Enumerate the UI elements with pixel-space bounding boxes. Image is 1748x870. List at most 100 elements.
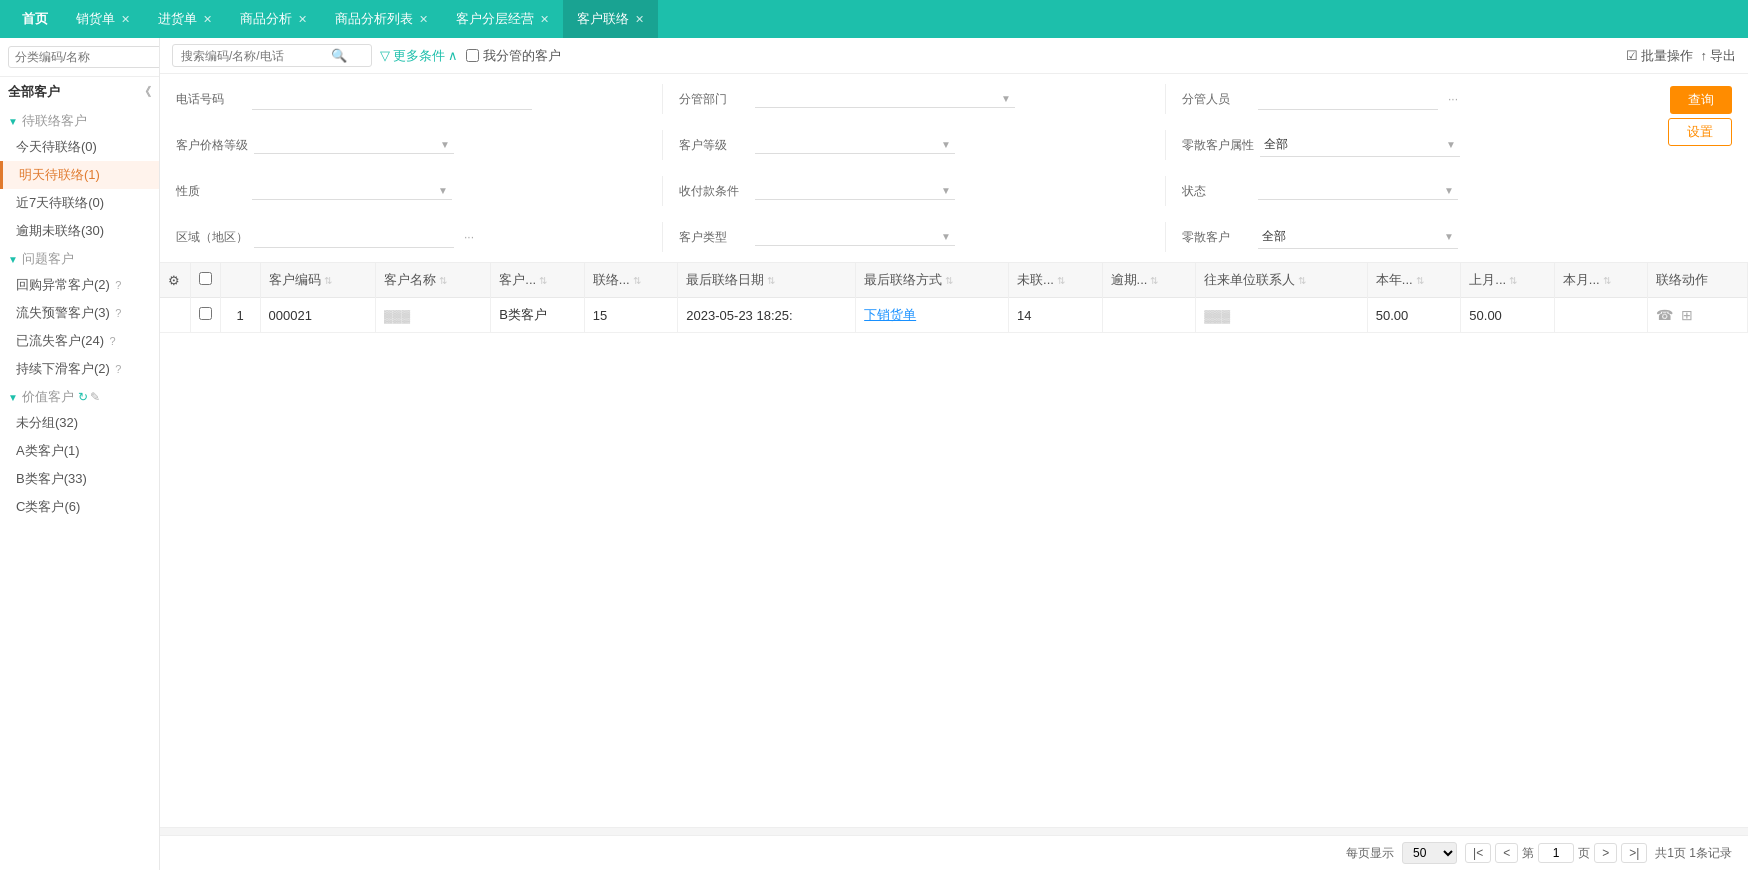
th-last-method[interactable]: 最后联络方式⇅: [856, 263, 1009, 298]
sort-overdue-icon: ⇅: [1150, 275, 1158, 286]
toolbar-search-input[interactable]: [181, 49, 331, 63]
th-contact[interactable]: 联络...⇅: [584, 263, 678, 298]
nav-customer-contact[interactable]: 客户联络 ✕: [563, 0, 658, 38]
sidebar-item-today[interactable]: 今天待联络(0): [0, 133, 159, 161]
action-grid-icon[interactable]: ⊞: [1681, 307, 1693, 323]
my-customers-checkbox[interactable]: [466, 49, 479, 62]
th-name[interactable]: 客户名称⇅: [375, 263, 490, 298]
th-overdue[interactable]: 逾期...⇅: [1102, 263, 1196, 298]
batch-ops-btn[interactable]: ☑ 批量操作: [1626, 47, 1693, 65]
bottom-scrollbar[interactable]: [160, 827, 1748, 835]
filter-gender-select[interactable]: ▼: [252, 182, 452, 200]
filter-level-select[interactable]: ▼: [755, 136, 955, 154]
filter-dept-select[interactable]: ▼: [755, 90, 1015, 108]
th-this-year[interactable]: 本年...⇅: [1367, 263, 1461, 298]
filter-customer-type-arrow-icon: ▼: [941, 231, 951, 242]
export-btn[interactable]: ↑ 导出: [1701, 47, 1737, 65]
td-this-month: [1554, 298, 1648, 333]
toolbar-search-icon[interactable]: 🔍: [331, 48, 347, 63]
filter-grade-select[interactable]: ▼: [254, 136, 454, 154]
filter-customer-type-select[interactable]: ▼: [755, 228, 955, 246]
filter-status-select[interactable]: ▼: [1258, 182, 1458, 200]
filter-region-ellipsis-icon[interactable]: ···: [464, 230, 474, 244]
nav-customer-segment-close[interactable]: ✕: [540, 13, 549, 26]
my-customers-checkbox-label[interactable]: 我分管的客户: [466, 47, 561, 65]
filter-panel: 电话号码 分管部门 ▼ 分管人员: [160, 74, 1748, 263]
page-input[interactable]: [1538, 843, 1574, 863]
filter-payment-field: 收付款条件 ▼: [679, 182, 1149, 200]
sort-this-year-icon: ⇅: [1416, 275, 1424, 286]
filter-level-arrow-icon: ▼: [941, 139, 951, 150]
filter-manager-input[interactable]: [1258, 89, 1438, 110]
row-checkbox[interactable]: [199, 307, 212, 320]
sidebar-item-repurchase-abnormal[interactable]: 回购异常客户(2) ?: [0, 271, 159, 299]
th-unit-contact[interactable]: 往来单位联系人⇅: [1196, 263, 1368, 298]
th-last-month[interactable]: 上月...⇅: [1461, 263, 1555, 298]
th-code[interactable]: 客户编码⇅: [260, 263, 375, 298]
th-this-month[interactable]: 本月...⇅: [1554, 263, 1648, 298]
th-checkbox[interactable]: [190, 263, 220, 298]
next-page-btn[interactable]: >: [1594, 843, 1617, 863]
th-last-date[interactable]: 最后联络日期⇅: [678, 263, 856, 298]
filter-manager-ellipsis-icon[interactable]: ···: [1448, 92, 1458, 106]
nav-home[interactable]: 首页: [8, 0, 62, 38]
sidebar-item-class-c[interactable]: C类客户(6): [0, 493, 159, 521]
sidebar-item-week7[interactable]: 近7天待联络(0): [0, 189, 159, 217]
nav-purchase-close[interactable]: ✕: [203, 13, 212, 26]
action-phone-icon[interactable]: ☎: [1656, 307, 1673, 323]
td-no: 1: [220, 298, 260, 333]
filter-retail-attr-field: 零散客户属性 全部 ▼: [1182, 133, 1652, 157]
sidebar-item-ungrouped[interactable]: 未分组(32): [0, 409, 159, 437]
sidebar-item-class-b[interactable]: B类客户(33): [0, 465, 159, 493]
td-last-method-link[interactable]: 下销货单: [864, 307, 916, 322]
filter-retail-customer-select[interactable]: 全部 ▼: [1258, 225, 1458, 249]
td-last-date: 2023-05-23 18:25:: [678, 298, 856, 333]
select-all-checkbox[interactable]: [199, 272, 212, 285]
sidebar-item-churned[interactable]: 已流失客户(24) ?: [0, 327, 159, 355]
sidebar-search-input[interactable]: [8, 46, 160, 68]
query-button[interactable]: 查询: [1670, 86, 1732, 114]
sidebar-collapse-icon[interactable]: 《: [139, 84, 151, 101]
setting-button[interactable]: 设置: [1668, 118, 1732, 146]
prev-page-btn[interactable]: <: [1495, 843, 1518, 863]
nav-sales[interactable]: 销货单 ✕: [62, 0, 144, 38]
filter-phone-input[interactable]: [252, 89, 532, 110]
nav-goods-analysis-close[interactable]: ✕: [298, 13, 307, 26]
sidebar-item-declining[interactable]: 持续下滑客户(2) ?: [0, 355, 159, 383]
th-no-contact[interactable]: 未联...⇅: [1009, 263, 1103, 298]
per-page-label: 每页显示: [1346, 845, 1394, 862]
nav-customer-contact-close[interactable]: ✕: [635, 13, 644, 26]
value-refresh-icon[interactable]: ↻: [78, 390, 88, 404]
sort-name-icon: ⇅: [439, 275, 447, 286]
nav-goods-list-close[interactable]: ✕: [419, 13, 428, 26]
sidebar-item-overdue[interactable]: 逾期未联络(30): [0, 217, 159, 245]
th-type[interactable]: 客户...⇅: [491, 263, 585, 298]
sidebar-item-class-a[interactable]: A类客户(1): [0, 437, 159, 465]
first-page-btn[interactable]: |<: [1465, 843, 1491, 863]
nav-customer-segment[interactable]: 客户分层经营 ✕: [442, 0, 563, 38]
nav-sales-close[interactable]: ✕: [121, 13, 130, 26]
filter-row-3: 性质 ▼ 收付款条件 ▼: [176, 176, 1652, 206]
chevron-up-icon: ∧: [448, 48, 458, 63]
td-this-year: 50.00: [1367, 298, 1461, 333]
sidebar-item-tomorrow[interactable]: 明天待联络(1): [0, 161, 159, 189]
th-gear[interactable]: ⚙: [160, 263, 190, 298]
td-checkbox[interactable]: [190, 298, 220, 333]
nav-goods-list[interactable]: 商品分析列表 ✕: [321, 0, 442, 38]
td-name-masked: ▓▓▓: [384, 309, 410, 323]
data-table-container: ⚙ 客户编码⇅ 客户名称⇅ 客户...⇅: [160, 263, 1748, 827]
per-page-select[interactable]: 50 100 200: [1402, 842, 1457, 864]
problem-triangle-icon: ▼: [8, 254, 18, 265]
nav-goods-analysis[interactable]: 商品分析 ✕: [226, 0, 321, 38]
filter-grade-label: 客户价格等级: [176, 137, 248, 154]
sidebar-item-churn-warning[interactable]: 流失预警客户(3) ?: [0, 299, 159, 327]
sort-code-icon: ⇅: [324, 275, 332, 286]
value-edit-icon[interactable]: ✎: [90, 390, 100, 404]
td-overdue: [1102, 298, 1196, 333]
last-page-btn[interactable]: >|: [1621, 843, 1647, 863]
more-conditions-btn[interactable]: ▽ 更多条件 ∧: [380, 47, 458, 65]
filter-payment-select[interactable]: ▼: [755, 182, 955, 200]
filter-retail-attr-select[interactable]: 全部 ▼: [1260, 133, 1460, 157]
filter-region-input[interactable]: [254, 227, 454, 248]
nav-purchase[interactable]: 进货单 ✕: [144, 0, 226, 38]
